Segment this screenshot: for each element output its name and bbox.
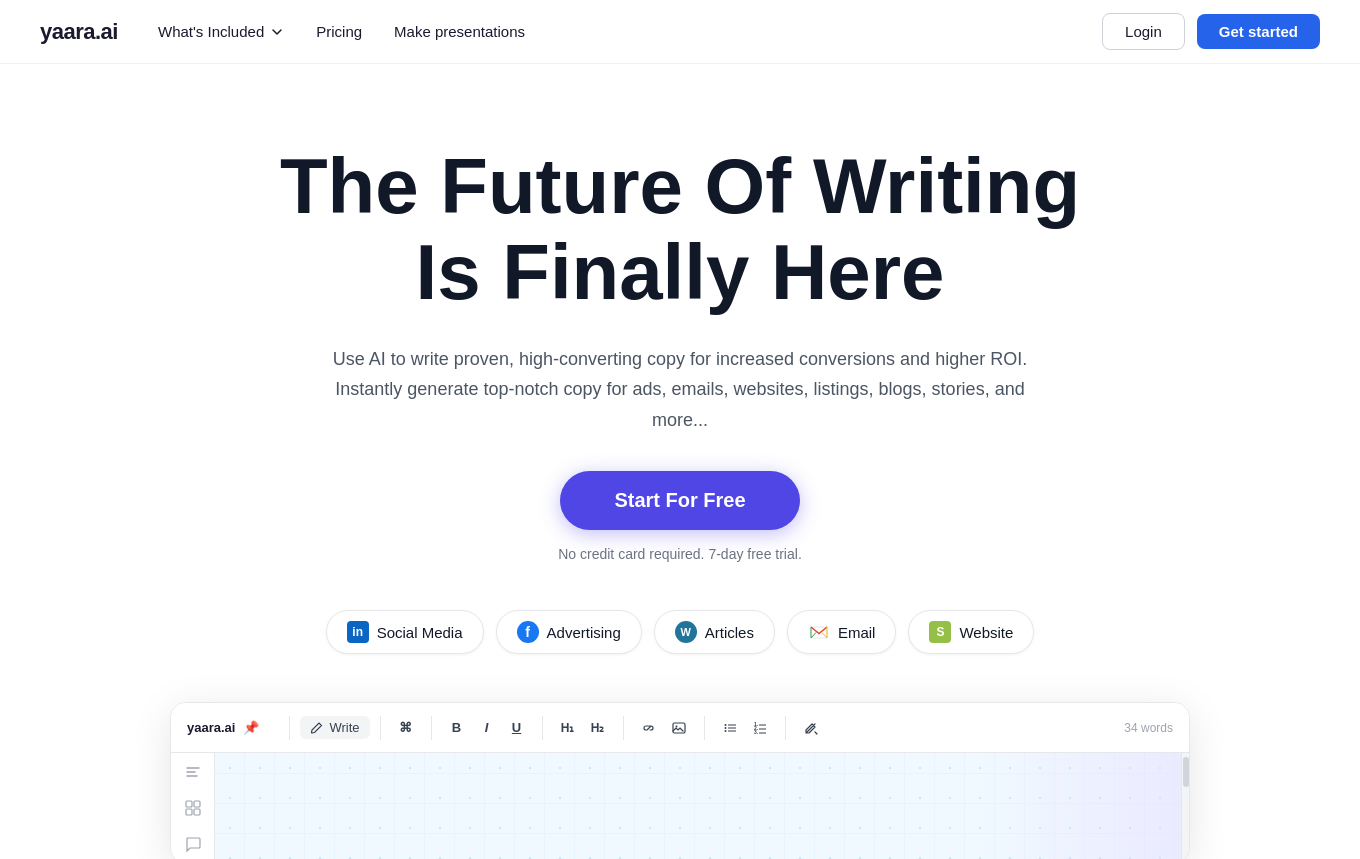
svg-rect-16 — [186, 801, 192, 807]
svg-rect-18 — [186, 809, 192, 815]
toolbar-underline-btn[interactable]: U — [502, 713, 532, 743]
unordered-list-icon — [723, 721, 737, 735]
svg-point-5 — [724, 727, 726, 729]
toolbar-divider — [289, 716, 290, 740]
hero-section: The Future Of Writing Is Finally Here Us… — [0, 64, 1360, 859]
app-preview: yaara.ai 📌 Write ⌘ B I U H₁ H₂ — [170, 702, 1190, 859]
svg-point-7 — [724, 730, 726, 732]
word-count: 34 words — [1124, 721, 1173, 735]
toolbar-bold-btn[interactable]: B — [442, 713, 472, 743]
category-pills: in Social Media f Advertising W Articles — [326, 610, 1035, 654]
toolbar-divider6 — [704, 716, 705, 740]
svg-line-15 — [815, 732, 817, 734]
edit-icon — [310, 721, 324, 735]
toolbar-divider4 — [542, 716, 543, 740]
navbar-left: yaara.ai What's Included Pricing Make pr… — [40, 19, 525, 45]
linkedin-icon: in — [347, 621, 369, 643]
toolbar-ul-btn[interactable] — [715, 713, 745, 743]
pill-social-media[interactable]: in Social Media — [326, 610, 484, 654]
link-icon — [642, 721, 656, 735]
nav-pricing[interactable]: Pricing — [316, 23, 362, 40]
toolbar-divider7 — [785, 716, 786, 740]
app-scrollbar[interactable] — [1181, 753, 1189, 859]
app-logo-area: yaara.ai 📌 — [187, 720, 259, 735]
toolbar-italic-btn[interactable]: I — [472, 713, 502, 743]
app-content — [215, 753, 1181, 859]
toolbar-clear-btn[interactable] — [796, 713, 826, 743]
sidebar-chat-icon[interactable] — [179, 834, 207, 853]
hero-subtitle: Use AI to write proven, high-converting … — [320, 344, 1040, 436]
hero-disclaimer: No credit card required. 7-day free tria… — [558, 546, 802, 562]
wordpress-icon: W — [675, 621, 697, 643]
app-body — [171, 753, 1189, 859]
ordered-list-icon: 1. 2. 3. — [753, 721, 767, 735]
toolbar-write-btn[interactable]: Write — [300, 716, 369, 739]
navbar: yaara.ai What's Included Pricing Make pr… — [0, 0, 1360, 64]
nav-whats-included[interactable]: What's Included — [158, 23, 284, 40]
facebook-icon: f — [517, 621, 539, 643]
svg-point-3 — [724, 724, 726, 726]
toolbar-divider2 — [380, 716, 381, 740]
chevron-down-icon — [270, 25, 284, 39]
app-toolbar: yaara.ai 📌 Write ⌘ B I U H₁ H₂ — [171, 703, 1189, 753]
toolbar-divider3 — [431, 716, 432, 740]
toolbar-h2-btn[interactable]: H₂ — [583, 713, 613, 743]
pill-advertising[interactable]: f Advertising — [496, 610, 642, 654]
toolbar-ol-btn[interactable]: 1. 2. 3. — [745, 713, 775, 743]
pill-articles[interactable]: W Articles — [654, 610, 775, 654]
login-button[interactable]: Login — [1102, 13, 1185, 50]
svg-rect-17 — [194, 801, 200, 807]
logo[interactable]: yaara.ai — [40, 19, 118, 45]
toolbar-h1-btn[interactable]: H₁ — [553, 713, 583, 743]
toolbar-cmd-btn[interactable]: ⌘ — [391, 713, 421, 743]
nav-make-presentations[interactable]: Make presentations — [394, 23, 525, 40]
app-scrollbar-thumb — [1183, 757, 1189, 787]
shopify-icon: S — [929, 621, 951, 643]
image-icon — [672, 721, 686, 735]
clear-format-icon — [804, 721, 818, 735]
app-logo: yaara.ai — [187, 720, 235, 735]
toolbar-divider5 — [623, 716, 624, 740]
app-sidebar — [171, 753, 215, 859]
pin-icon: 📌 — [243, 720, 259, 735]
pill-email[interactable]: Email — [787, 610, 897, 654]
pill-website[interactable]: S Website — [908, 610, 1034, 654]
svg-text:3.: 3. — [754, 729, 759, 735]
toolbar-link-btn[interactable] — [634, 713, 664, 743]
navbar-right: Login Get started — [1102, 13, 1320, 50]
nav-links: What's Included Pricing Make presentatio… — [158, 23, 525, 41]
toolbar-image-btn[interactable] — [664, 713, 694, 743]
gmail-icon — [808, 621, 830, 643]
get-started-button[interactable]: Get started — [1197, 14, 1320, 49]
sidebar-text-icon[interactable] — [179, 763, 207, 782]
start-free-button[interactable]: Start For Free — [560, 471, 799, 530]
svg-rect-19 — [194, 809, 200, 815]
svg-point-2 — [675, 725, 677, 727]
hero-title: The Future Of Writing Is Finally Here — [280, 144, 1080, 316]
sidebar-grid-icon[interactable] — [179, 799, 207, 818]
